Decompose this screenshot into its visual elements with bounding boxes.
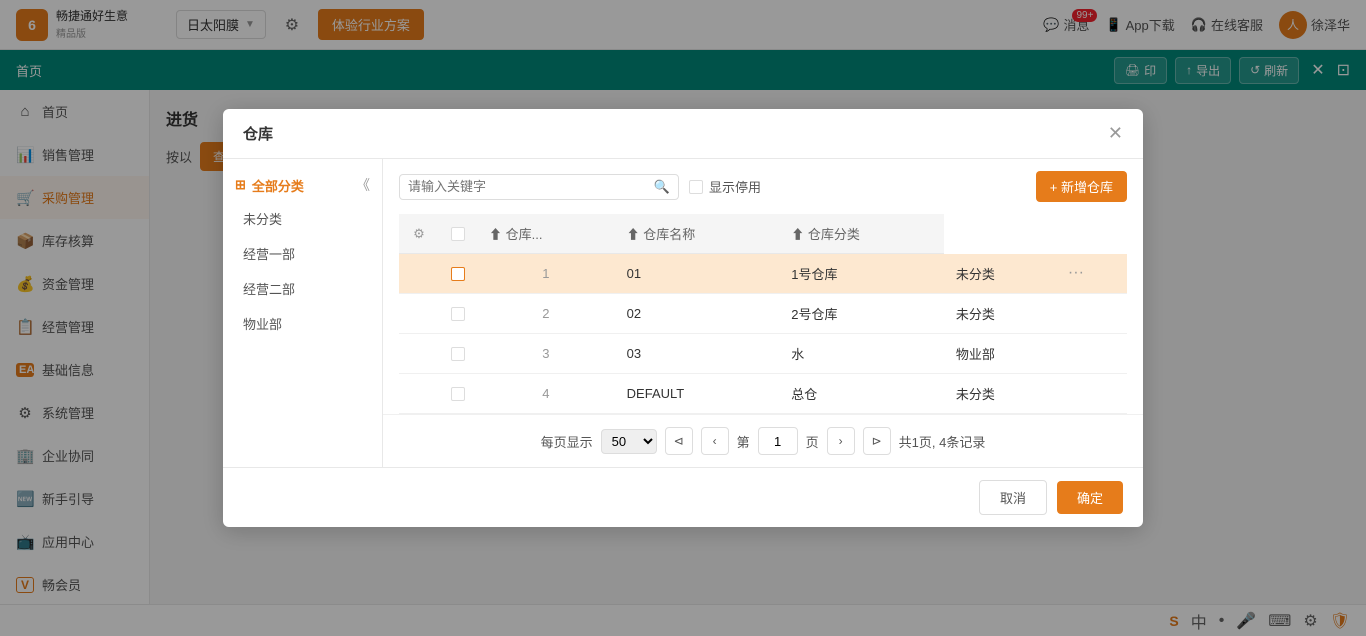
modal-header: 仓库 ✕ <box>223 109 1143 159</box>
row-code-2: 02 <box>615 294 780 334</box>
table-head-row: ⚙ ⬆ 仓库... ⬆ 仓库名称 ⬆ 仓库分类 <box>399 214 1127 254</box>
row-cat-1: 未分类 <box>944 254 1056 294</box>
row-check-4[interactable] <box>439 374 477 414</box>
page-last-btn[interactable]: ⊳ <box>863 427 891 455</box>
page-prev-btn[interactable]: ‹ <box>701 427 729 455</box>
warehouse-modal: 仓库 ✕ ⊞ 全部分类 《 未分类 经营一部 经营二部 物业部 🔍 <box>223 109 1143 527</box>
select-all-checkbox[interactable] <box>451 227 465 241</box>
row-gear-2 <box>399 294 439 334</box>
page-next-btn[interactable]: › <box>827 427 855 455</box>
modal-body: ⊞ 全部分类 《 未分类 经营一部 经营二部 物业部 🔍 显示停用 <box>223 159 1143 467</box>
page-input[interactable] <box>758 427 798 455</box>
per-page-select[interactable]: 50 100 <box>601 429 657 454</box>
table-row[interactable]: 2 02 2号仓库 未分类 <box>399 294 1127 334</box>
row-code-1: 01 <box>615 254 780 294</box>
row-gear-4 <box>399 374 439 414</box>
table-panel: 🔍 显示停用 + 新增仓库 ⚙ ⬆ 仓库... <box>383 159 1143 467</box>
search-icon[interactable]: 🔍 <box>654 179 670 195</box>
per-page-label: 每页显示 <box>541 432 593 451</box>
page-unit: 页 <box>806 432 819 451</box>
cancel-button[interactable]: 取消 <box>979 480 1047 515</box>
data-table: ⚙ ⬆ 仓库... ⬆ 仓库名称 ⬆ 仓库分类 <box>399 214 1127 414</box>
row-name-3: 水 <box>779 334 944 374</box>
row-name-4: 总仓 <box>779 374 944 414</box>
sort-name-icon: ⬆ <box>627 227 640 242</box>
table-row[interactable]: 1 01 1号仓库 未分类 ··· <box>399 254 1127 294</box>
page-label-text: 第 <box>737 432 750 451</box>
row-name-2: 2号仓库 <box>779 294 944 334</box>
category-item-property[interactable]: 物业部 <box>223 306 382 341</box>
table-row[interactable]: 3 03 水 物业部 <box>399 334 1127 374</box>
search-input[interactable] <box>408 179 654 194</box>
table-body: 1 01 1号仓库 未分类 ··· 2 02 2号仓库 未分类 <box>399 254 1127 414</box>
warehouse-table: ⚙ ⬆ 仓库... ⬆ 仓库名称 ⬆ 仓库分类 <box>399 214 1127 414</box>
row-name-1: 1号仓库 <box>779 254 944 294</box>
row-check-2[interactable] <box>439 294 477 334</box>
table-head: ⚙ ⬆ 仓库... ⬆ 仓库名称 ⬆ 仓库分类 <box>399 214 1127 254</box>
modal-footer: 取消 确定 <box>223 467 1143 527</box>
modal-close-icon[interactable]: ✕ <box>1108 123 1123 144</box>
search-box: 🔍 <box>399 174 679 200</box>
table-row[interactable]: 4 DEFAULT 总仓 未分类 <box>399 374 1127 414</box>
sort-cat-icon: ⬆ <box>791 227 804 242</box>
row-cat-2: 未分类 <box>944 294 1056 334</box>
page-total-info: 共1页, 4条记录 <box>899 432 986 451</box>
pagination: 每页显示 50 100 ⊲ ‹ 第 页 › ⊳ 共1页, 4条记录 <box>383 414 1143 467</box>
col-category-header: ⬆ 仓库分类 <box>779 214 944 254</box>
row-num-3: 3 <box>477 334 615 374</box>
col-gear: ⚙ <box>399 214 439 254</box>
row-num-1: 1 <box>477 254 615 294</box>
category-all-label: 全部分类 <box>252 176 304 195</box>
row-cat-4: 未分类 <box>944 374 1056 414</box>
category-item-unclassified[interactable]: 未分类 <box>223 201 382 236</box>
collapse-icon[interactable]: 《 <box>356 175 370 195</box>
row-check-1[interactable] <box>439 254 477 294</box>
add-warehouse-btn[interactable]: + 新增仓库 <box>1036 171 1127 202</box>
row-num-2: 2 <box>477 294 615 334</box>
row-code-4: DEFAULT <box>615 374 780 414</box>
show-disabled-label[interactable]: 显示停用 <box>689 177 761 196</box>
table-toolbar: 🔍 显示停用 + 新增仓库 <box>383 159 1143 214</box>
category-item-op2[interactable]: 经营二部 <box>223 271 382 306</box>
category-panel: ⊞ 全部分类 《 未分类 经营一部 经营二部 物业部 <box>223 159 383 467</box>
modal-title: 仓库 <box>243 123 273 144</box>
show-disabled-checkbox[interactable] <box>689 180 703 194</box>
row-num-4: 4 <box>477 374 615 414</box>
grid-icon: ⊞ <box>235 177 246 193</box>
category-header: ⊞ 全部分类 《 <box>223 169 382 201</box>
show-disabled-text: 显示停用 <box>709 177 761 196</box>
page-first-btn[interactable]: ⊲ <box>665 427 693 455</box>
col-check <box>439 214 477 254</box>
row-more-1[interactable]: ··· <box>1056 254 1127 294</box>
category-item-op1[interactable]: 经营一部 <box>223 236 382 271</box>
row-cat-3: 物业部 <box>944 334 1056 374</box>
col-code-header: ⬆ 仓库... <box>477 214 615 254</box>
confirm-button[interactable]: 确定 <box>1057 481 1123 514</box>
row-check-3[interactable] <box>439 334 477 374</box>
row-gear-3 <box>399 334 439 374</box>
category-all[interactable]: ⊞ 全部分类 <box>235 176 304 195</box>
row-gear-1 <box>399 254 439 294</box>
col-name-header: ⬆ 仓库名称 <box>615 214 780 254</box>
row-code-3: 03 <box>615 334 780 374</box>
sort-icon: ⬆ <box>489 227 502 242</box>
